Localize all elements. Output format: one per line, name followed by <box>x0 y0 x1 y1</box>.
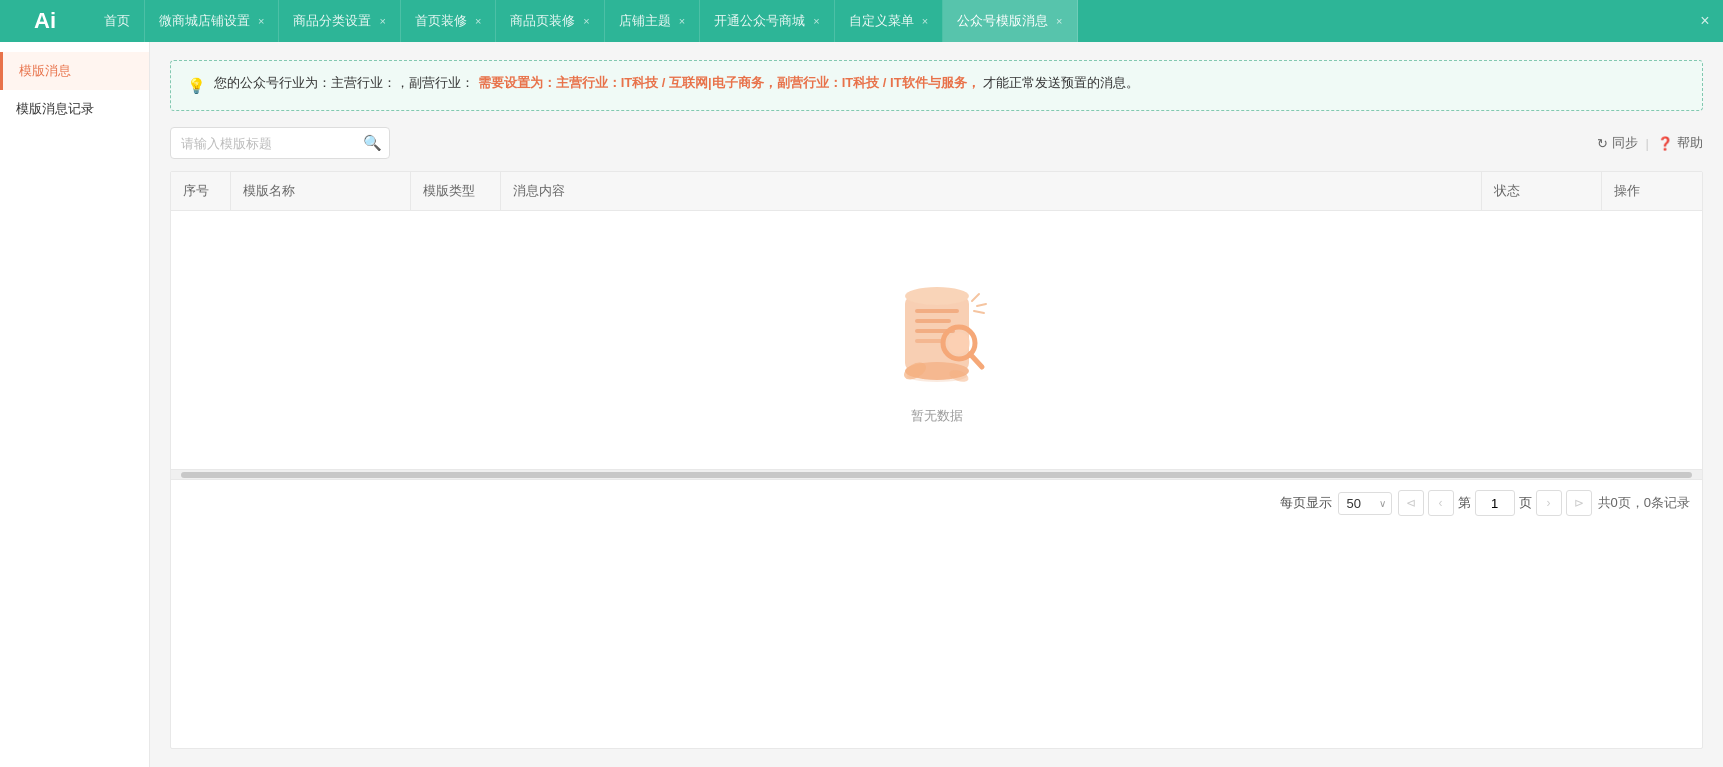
notice-highlight: 需要设置为：主营行业：IT科技 / 互联网|电子商务，副营行业：IT科技 / I… <box>478 75 980 90</box>
page-nav: ⊲ ‹ 第 页 › ⊳ <box>1398 490 1592 516</box>
total-info: 共0页，0条记录 <box>1598 494 1690 512</box>
nav-tab-product-decoration[interactable]: 商品页装修 × <box>496 0 604 42</box>
nav-tab-template-msg[interactable]: 公众号模版消息 × <box>943 0 1077 42</box>
svg-point-9 <box>948 332 970 354</box>
svg-line-11 <box>972 294 979 301</box>
page-number-input[interactable] <box>1475 490 1515 516</box>
sidebar-item-label: 模版消息记录 <box>16 100 94 118</box>
svg-rect-5 <box>915 319 951 323</box>
empty-state: 暂无数据 <box>171 211 1702 465</box>
sync-icon: ↻ <box>1597 136 1608 151</box>
pagination: 每页显示 50 20 100 ⊲ ‹ 第 页 › <box>171 479 1702 526</box>
tab-close-shop-settings[interactable]: × <box>258 15 264 27</box>
nav-tab-home-decoration[interactable]: 首页装修 × <box>401 0 496 42</box>
col-header-name: 模版名称 <box>231 172 411 210</box>
app-logo: Ai <box>0 0 90 42</box>
nav-tabs: 首页微商城店铺设置×商品分类设置×首页装修×商品页装修×店铺主题×开通公众号商城… <box>90 0 1687 42</box>
table-header: 序号 模版名称 模版类型 消息内容 状态 操作 <box>171 172 1702 211</box>
tab-label: 店铺主题 <box>619 12 671 30</box>
search-actions: ↻ 同步 | ❓ 帮助 <box>1597 134 1703 152</box>
svg-line-13 <box>974 311 984 313</box>
tab-label: 首页 <box>104 12 130 30</box>
nav-tab-category-settings[interactable]: 商品分类设置 × <box>279 0 400 42</box>
svg-point-2 <box>905 287 969 305</box>
svg-line-10 <box>970 354 982 367</box>
search-button[interactable]: 🔍 <box>363 134 382 152</box>
tab-close-home-decoration[interactable]: × <box>475 15 481 27</box>
tab-label: 商品分类设置 <box>293 12 371 30</box>
col-header-status: 状态 <box>1482 172 1602 210</box>
tab-close-template-msg[interactable]: × <box>1056 15 1062 27</box>
help-icon: ❓ <box>1657 136 1673 151</box>
nav-tab-home[interactable]: 首页 <box>90 0 145 42</box>
nav-tab-shop-theme[interactable]: 店铺主题 × <box>605 0 700 42</box>
search-input-wrap: 🔍 <box>170 127 390 159</box>
page-first-button[interactable]: ⊲ <box>1398 490 1424 516</box>
tab-close-open-mall[interactable]: × <box>813 15 819 27</box>
notice-text: 您的公众号行业为：主营行业：，副营行业： 需要设置为：主营行业：IT科技 / 互… <box>214 73 1139 94</box>
page-label-pre: 第 <box>1458 494 1471 512</box>
search-bar: 🔍 ↻ 同步 | ❓ 帮助 <box>170 127 1703 159</box>
top-nav: Ai 首页微商城店铺设置×商品分类设置×首页装修×商品页装修×店铺主题×开通公众… <box>0 0 1723 42</box>
scrollbar-track <box>181 472 1692 478</box>
tab-close-product-decoration[interactable]: × <box>583 15 589 27</box>
search-input[interactable] <box>170 127 390 159</box>
nav-tab-open-mall[interactable]: 开通公众号商城 × <box>700 0 834 42</box>
sidebar-item-template-msg[interactable]: 模版消息 <box>0 52 149 90</box>
page-label-post: 页 <box>1519 494 1532 512</box>
table-scrollbar[interactable] <box>171 469 1702 479</box>
col-header-action: 操作 <box>1602 172 1702 210</box>
page-size-select: 每页显示 50 20 100 <box>1280 492 1392 515</box>
empty-text: 暂无数据 <box>911 407 963 425</box>
notice-box: 💡 您的公众号行业为：主营行业：，副营行业： 需要设置为：主营行业：IT科技 /… <box>170 60 1703 111</box>
svg-rect-4 <box>915 309 959 313</box>
tab-label: 开通公众号商城 <box>714 12 805 30</box>
sidebar: 模版消息模版消息记录 <box>0 42 150 767</box>
page-size-dropdown[interactable]: 50 20 100 <box>1338 492 1392 515</box>
data-table: 序号 模版名称 模版类型 消息内容 状态 操作 <box>170 171 1703 749</box>
tab-close-shop-theme[interactable]: × <box>679 15 685 27</box>
tab-label: 首页装修 <box>415 12 467 30</box>
svg-line-12 <box>977 304 986 306</box>
notice-icon: 💡 <box>187 74 206 98</box>
tab-label: 公众号模版消息 <box>957 12 1048 30</box>
nav-tab-shop-settings[interactable]: 微商城店铺设置 × <box>145 0 279 42</box>
col-header-seq: 序号 <box>171 172 231 210</box>
sidebar-item-template-log[interactable]: 模版消息记录 <box>0 90 149 128</box>
help-button[interactable]: ❓ 帮助 <box>1657 134 1703 152</box>
divider: | <box>1646 136 1649 151</box>
empty-illustration <box>877 271 997 391</box>
page-last-button[interactable]: ⊳ <box>1566 490 1592 516</box>
main-layout: 模版消息模版消息记录 💡 您的公众号行业为：主营行业：，副营行业： 需要设置为：… <box>0 42 1723 767</box>
page-prev-button[interactable]: ‹ <box>1428 490 1454 516</box>
tab-label: 自定义菜单 <box>849 12 914 30</box>
page-size-wrap: 50 20 100 <box>1338 492 1392 515</box>
col-header-type: 模版类型 <box>411 172 501 210</box>
content-area: 💡 您的公众号行业为：主营行业：，副营行业： 需要设置为：主营行业：IT科技 /… <box>150 42 1723 767</box>
sync-button[interactable]: ↻ 同步 <box>1597 134 1638 152</box>
nav-tab-custom-menu[interactable]: 自定义菜单 × <box>835 0 943 42</box>
tab-close-category-settings[interactable]: × <box>379 15 385 27</box>
page-next-button[interactable]: › <box>1536 490 1562 516</box>
tab-close-custom-menu[interactable]: × <box>922 15 928 27</box>
tab-label: 微商城店铺设置 <box>159 12 250 30</box>
svg-rect-7 <box>915 339 945 343</box>
tab-label: 商品页装修 <box>510 12 575 30</box>
col-header-content: 消息内容 <box>501 172 1482 210</box>
sidebar-item-label: 模版消息 <box>19 62 71 80</box>
close-all-button[interactable]: × <box>1687 0 1723 42</box>
page-size-label: 每页显示 <box>1280 494 1332 512</box>
